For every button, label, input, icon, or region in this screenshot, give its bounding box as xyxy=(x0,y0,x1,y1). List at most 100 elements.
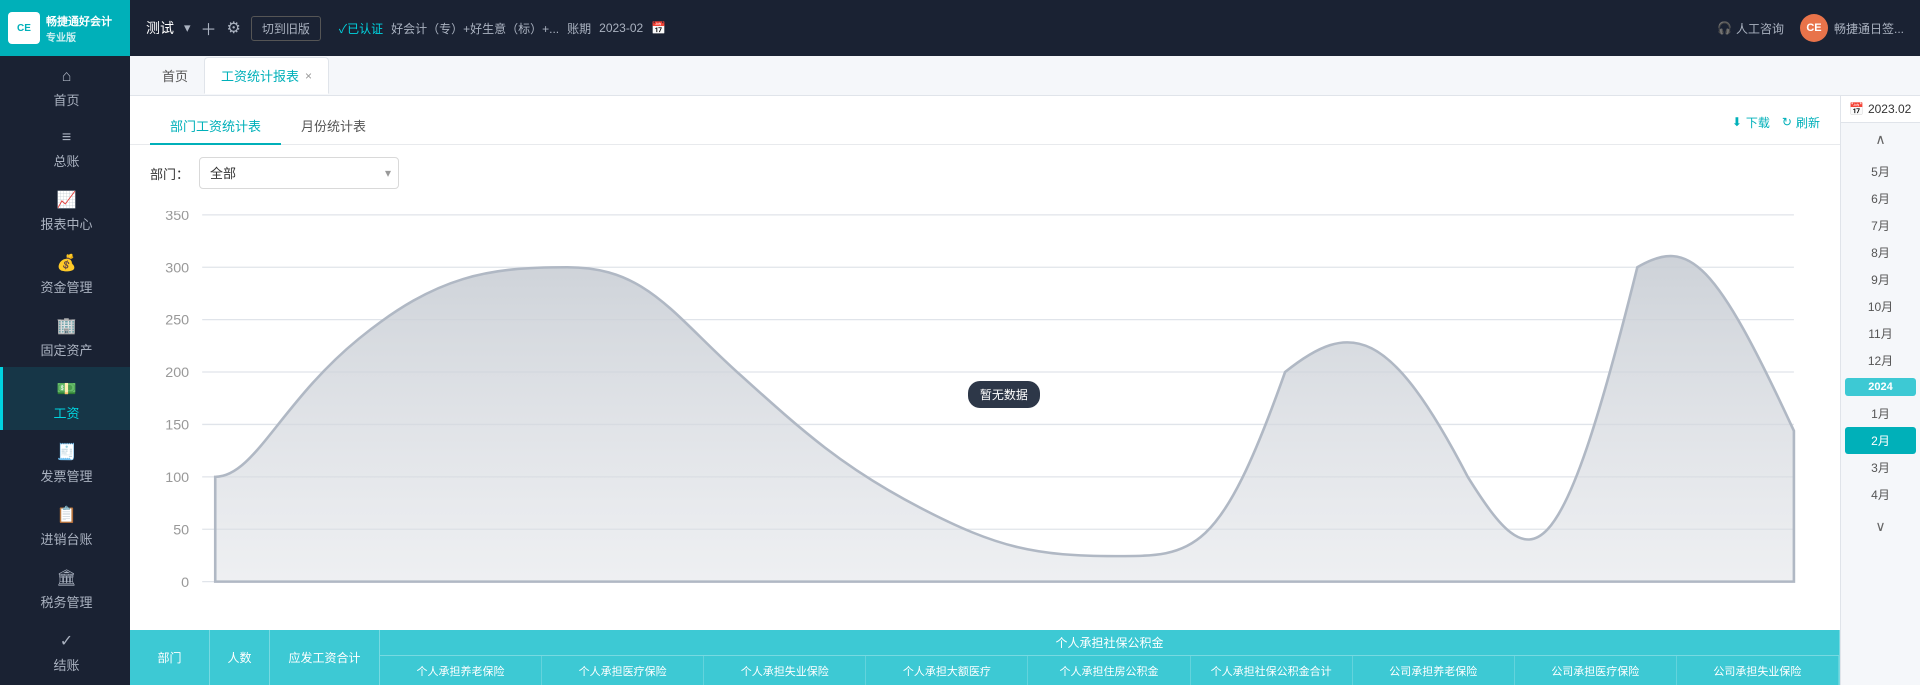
date-month-12[interactable]: 12月 xyxy=(1841,347,1920,374)
date-nav: ∧ xyxy=(1841,123,1920,156)
company-settings-btn[interactable]: ⚙ xyxy=(227,18,241,38)
department-filter-label: 部门： xyxy=(150,164,189,183)
logo-text-block: 畅捷通好会计 专业版 xyxy=(46,13,112,44)
app-subtitle: 专业版 xyxy=(46,29,112,44)
company-name: 测试 xyxy=(146,18,174,38)
trade-icon: 📋 xyxy=(57,505,77,525)
th-group-title: 个人承担社保公积金 xyxy=(380,630,1839,656)
date-month-8[interactable]: 8月 xyxy=(1841,239,1920,266)
sidebar-label-tax: 税务管理 xyxy=(40,592,92,611)
sidebar-item-payroll[interactable]: 💵 工资 xyxy=(0,367,130,430)
department-select[interactable]: 全部 销售部 财务部 人事部 技术部 xyxy=(199,157,399,189)
svg-text:50: 50 xyxy=(173,522,189,538)
sub-tab-department[interactable]: 部门工资统计表 xyxy=(150,108,281,145)
sidebar-item-home[interactable]: ⌂ 首页 xyxy=(0,56,130,117)
switch-old-version-btn[interactable]: 切到旧版 xyxy=(251,16,321,41)
sidebar-label-assets: 固定资产 xyxy=(40,340,92,359)
sidebar-label-close: 结账 xyxy=(53,655,79,674)
user-name: 畅捷通日签... xyxy=(1834,20,1904,37)
date-nav-up-btn[interactable]: ∧ xyxy=(1841,127,1920,152)
sidebar-item-ledger[interactable]: ≡ 总账 xyxy=(0,117,130,178)
headset-icon: 🎧 xyxy=(1717,21,1732,35)
reports-icon: 📈 xyxy=(57,190,77,210)
logo-icon: CE xyxy=(8,12,40,44)
th-medical: 个人承担医疗保险 xyxy=(542,656,704,685)
refresh-icon: ↻ xyxy=(1782,115,1792,129)
avatar: CE xyxy=(1800,14,1828,42)
download-btn[interactable]: ⬇ 下载 xyxy=(1732,114,1770,131)
tab-close-btn[interactable]: × xyxy=(305,69,312,83)
date-month-mar[interactable]: 3月 xyxy=(1841,454,1920,481)
invoice-icon: 🧾 xyxy=(57,442,77,462)
sidebar-label-ledger: 总账 xyxy=(53,151,79,170)
app-logo: CE 畅捷通好会计 专业版 xyxy=(0,0,130,56)
sub-tab-monthly[interactable]: 月份统计表 xyxy=(281,108,386,145)
sidebar-item-reports[interactable]: 📈 报表中心 xyxy=(0,178,130,241)
sub-tab-actions: ⬇ 下载 ↻ 刷新 xyxy=(1732,108,1820,144)
svg-text:350: 350 xyxy=(165,211,189,224)
tab-payroll-report[interactable]: 工资统计报表 × xyxy=(204,57,329,94)
sidebar-item-trade[interactable]: 📋 进销台账 xyxy=(0,493,130,556)
date-month-10[interactable]: 10月 xyxy=(1841,293,1920,320)
sidebar-label-home: 首页 xyxy=(53,90,79,109)
add-company-btn[interactable]: ＋ xyxy=(201,16,217,40)
user-menu[interactable]: CE 畅捷通日签... xyxy=(1800,14,1904,42)
calendar-icon[interactable]: 📅 xyxy=(651,21,666,35)
date-nav-bottom: ∨ xyxy=(1841,510,1920,543)
sidebar-item-invoice[interactable]: 🧾 发票管理 xyxy=(0,430,130,493)
date-month-6[interactable]: 6月 xyxy=(1841,185,1920,212)
th-insurance-total: 个人承担社保公积金合计 xyxy=(1191,656,1353,685)
payroll-icon: 💵 xyxy=(57,379,77,399)
date-month-5[interactable]: 5月 xyxy=(1841,158,1920,185)
svg-text:0: 0 xyxy=(181,575,189,591)
date-month-apr[interactable]: 4月 xyxy=(1841,481,1920,508)
th-serious-illness: 个人承担大额医疗 xyxy=(866,656,1028,685)
date-month-jan[interactable]: 1月 xyxy=(1841,400,1920,427)
th-count: 人数 xyxy=(210,630,270,685)
sidebar-item-funds[interactable]: 💰 资金管理 xyxy=(0,241,130,304)
date-section-2023: 5月 6月 7月 8月 9月 10月 11月 12月 xyxy=(1841,156,1920,376)
sidebar-item-tax[interactable]: 🏛 税务管理 xyxy=(0,556,130,619)
tabs-bar: 首页 工资统计报表 × xyxy=(130,56,1920,96)
tab-home[interactable]: 首页 xyxy=(146,58,204,93)
date-panel: 📅 2023.02 ∧ 5月 6月 7月 8月 9月 10月 11月 12月 2… xyxy=(1840,96,1920,685)
sidebar-label-invoice: 发票管理 xyxy=(40,466,92,485)
date-nav-down-btn[interactable]: ∨ xyxy=(1841,514,1920,539)
th-company-unemployment: 公司承担失业保险 xyxy=(1677,656,1839,685)
refresh-btn[interactable]: ↻ 刷新 xyxy=(1782,114,1820,131)
home-icon: ⌂ xyxy=(62,68,72,86)
refresh-label: 刷新 xyxy=(1796,114,1820,131)
date-month-9[interactable]: 9月 xyxy=(1841,266,1920,293)
app-name: 畅捷通好会计 xyxy=(46,13,112,29)
sidebar-label-payroll: 工资 xyxy=(53,403,79,422)
year-2024-label: 2024 xyxy=(1845,378,1916,396)
chart-area: 部门工资统计表 月份统计表 ⬇ 下载 ↻ 刷新 xyxy=(130,96,1840,685)
department-select-wrapper: 全部 销售部 财务部 人事部 技术部 ▾ xyxy=(199,157,399,189)
period-label: 账期 xyxy=(567,20,591,37)
th-group-items: 个人承担养老保险 个人承担医疗保险 个人承担失业保险 个人承担大额医疗 个人承担… xyxy=(380,656,1839,685)
tax-icon: 🏛 xyxy=(56,568,76,588)
sidebar-item-assets[interactable]: 🏢 固定资产 xyxy=(0,304,130,367)
sidebar-menu: ⌂ 首页 ≡ 总账 📈 报表中心 💰 资金管理 🏢 固定资产 💵 工资 🧾 发票… xyxy=(0,56,130,685)
th-company-medical: 公司承担医疗保险 xyxy=(1515,656,1677,685)
main-area: 测试 ▾ ＋ ⚙ 切到旧版 ✓已认证 好会计（专）+好生意（标）+... 账期 … xyxy=(130,0,1920,685)
assets-icon: 🏢 xyxy=(57,316,77,336)
chart-container: 0 50 100 150 200 250 300 350 xyxy=(130,201,1840,630)
th-personal-insurance-group: 个人承担社保公积金 个人承担养老保险 个人承担医疗保险 个人承担失业保险 个人承… xyxy=(380,630,1840,685)
th-total-wage: 应发工资合计 xyxy=(270,630,380,685)
date-month-11[interactable]: 11月 xyxy=(1841,320,1920,347)
date-panel-header: 📅 2023.02 xyxy=(1841,96,1920,123)
sidebar-item-close[interactable]: ✓ 结账 xyxy=(0,619,130,682)
help-btn[interactable]: 🎧 人工咨询 xyxy=(1717,20,1784,37)
calendar-small-icon: 📅 xyxy=(1849,102,1864,116)
svg-text:300: 300 xyxy=(165,260,189,276)
date-month-feb[interactable]: 2月 xyxy=(1845,427,1916,454)
table-header-row: 部门 人数 应发工资合计 个人承担社保公积金 个人承担养老保险 个人承担医疗保险… xyxy=(130,630,1840,685)
th-company-pension: 公司承担养老保险 xyxy=(1353,656,1515,685)
date-month-7[interactable]: 7月 xyxy=(1841,212,1920,239)
company-dropdown-arrow[interactable]: ▾ xyxy=(184,20,191,36)
th-unemployment: 个人承担失业保险 xyxy=(704,656,866,685)
tab-payroll-label: 工资统计报表 xyxy=(221,66,299,85)
close-books-icon: ✓ xyxy=(60,631,73,651)
svg-text:150: 150 xyxy=(165,418,189,434)
